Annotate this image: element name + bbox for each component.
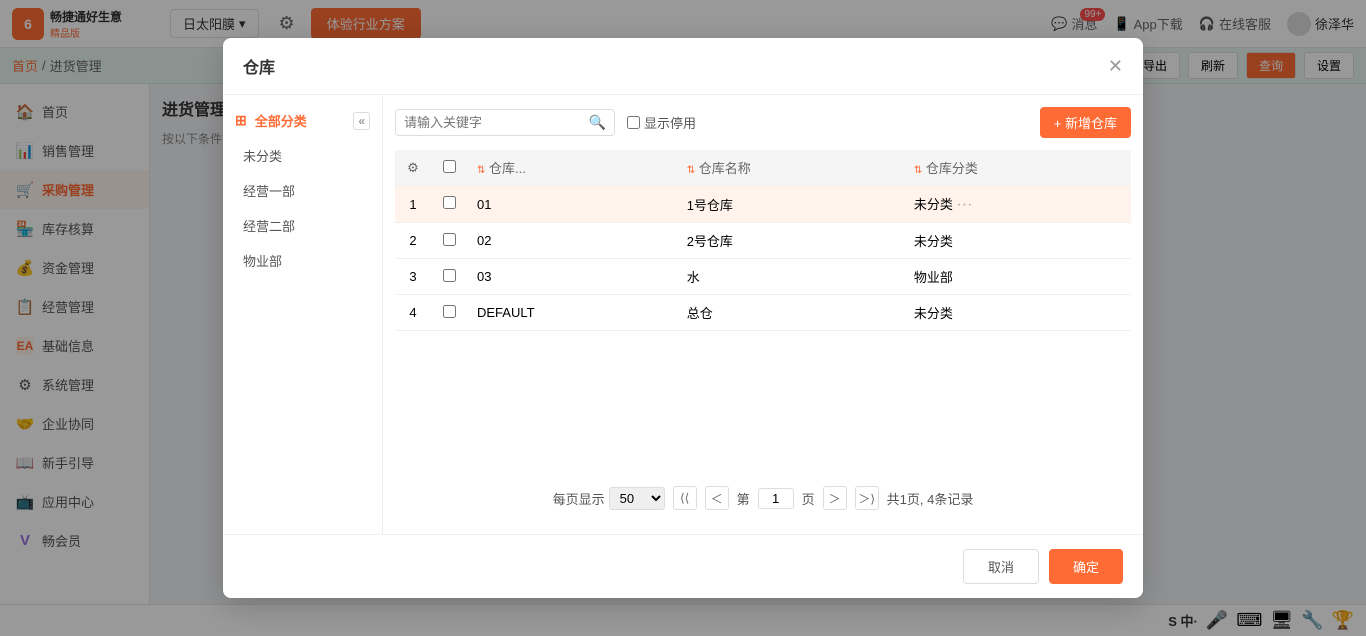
prev-page-button[interactable]: ＜ <box>705 486 729 510</box>
row-category: 物业部 <box>904 259 1131 295</box>
right-panel: 🔍 显示停用 + 新增仓库 ⚙ <box>383 95 1143 534</box>
row-code: 02 <box>467 223 677 259</box>
col-checkbox <box>431 150 467 186</box>
tree-item-property[interactable]: 物业部 <box>223 243 382 278</box>
pagination: 每页显示 50 100 200 ⟨⟨ ＜ 第 页 ＞ ＞⟩ 共1页, 4条记录 <box>395 474 1131 522</box>
last-page-button[interactable]: ＞⟩ <box>855 486 879 510</box>
per-page-select: 每页显示 50 100 200 <box>553 487 665 510</box>
table-container: ⚙ ⇅ 仓库... ⇅ 仓库名称 ⇅ 仓库分类 <box>395 150 1131 474</box>
table-row: 2 02 2号仓库 未分类 <box>395 223 1131 259</box>
row-code: DEFAULT <box>467 295 677 331</box>
col-code: ⇅ 仓库... <box>467 150 677 186</box>
tree-item-ops2[interactable]: 经营二部 <box>223 208 382 243</box>
row-actions-icon[interactable]: ··· <box>956 196 972 213</box>
warehouse-modal: 仓库 ✕ ⊞ 全部分类 « 未分类 经营一部 经营二部 物业部 <box>223 38 1143 598</box>
modal-body: ⊞ 全部分类 « 未分类 经营一部 经营二部 物业部 🔍 <box>223 95 1143 534</box>
col-category: ⇅ 仓库分类 <box>904 150 1131 186</box>
table-row: 3 03 水 物业部 <box>395 259 1131 295</box>
row-name: 总仓 <box>677 295 904 331</box>
modal-footer: 取消 确定 <box>223 534 1143 598</box>
confirm-button[interactable]: 确定 <box>1049 549 1123 584</box>
add-warehouse-button[interactable]: + 新增仓库 <box>1040 107 1131 138</box>
row-checkbox[interactable] <box>443 196 456 209</box>
grid-icon: ⊞ <box>235 112 247 129</box>
row-category: 未分类 <box>904 223 1131 259</box>
page-input[interactable] <box>758 488 794 509</box>
table-row: 1 01 1号仓库 未分类 ··· <box>395 186 1131 223</box>
warehouse-table: ⚙ ⇅ 仓库... ⇅ 仓库名称 ⇅ 仓库分类 <box>395 150 1131 331</box>
toolbar: 🔍 显示停用 + 新增仓库 <box>395 107 1131 138</box>
table-body: 1 01 1号仓库 未分类 ··· 2 02 2号仓库 <box>395 186 1131 331</box>
row-code: 03 <box>467 259 677 295</box>
col-settings: ⚙ <box>395 150 431 186</box>
row-code: 01 <box>467 186 677 223</box>
col-name: ⇅ 仓库名称 <box>677 150 904 186</box>
select-all-checkbox[interactable] <box>443 160 456 173</box>
row-checkbox[interactable] <box>443 305 456 318</box>
cancel-button[interactable]: 取消 <box>963 549 1039 584</box>
row-category: 未分类 <box>904 295 1131 331</box>
row-no: 1 <box>395 186 431 223</box>
row-checkbox[interactable] <box>443 233 456 246</box>
tree-item-ops1[interactable]: 经营一部 <box>223 173 382 208</box>
show-disabled-checkbox[interactable] <box>627 116 640 129</box>
table-row: 4 DEFAULT 总仓 未分类 <box>395 295 1131 331</box>
modal-overlay: 仓库 ✕ ⊞ 全部分类 « 未分类 经营一部 经营二部 物业部 <box>0 0 1366 636</box>
tree-item-unclassified[interactable]: 未分类 <box>223 138 382 173</box>
search-box: 🔍 <box>395 109 615 136</box>
search-input[interactable] <box>404 115 589 130</box>
row-no: 4 <box>395 295 431 331</box>
show-disabled-checkbox-label[interactable]: 显示停用 <box>627 113 696 132</box>
modal-header: 仓库 ✕ <box>223 38 1143 95</box>
left-panel: ⊞ 全部分类 « 未分类 经营一部 经营二部 物业部 <box>223 95 383 534</box>
collapse-button[interactable]: « <box>353 112 370 130</box>
row-category: 未分类 ··· <box>904 186 1131 223</box>
row-no: 3 <box>395 259 431 295</box>
first-page-button[interactable]: ⟨⟨ <box>673 486 697 510</box>
row-name: 2号仓库 <box>677 223 904 259</box>
row-no: 2 <box>395 223 431 259</box>
modal-close-button[interactable]: ✕ <box>1108 56 1123 77</box>
modal-title: 仓库 <box>243 54 275 78</box>
table-header: ⚙ ⇅ 仓库... ⇅ 仓库名称 ⇅ 仓库分类 <box>395 150 1131 186</box>
search-icon[interactable]: 🔍 <box>589 114 606 131</box>
row-checkbox[interactable] <box>443 269 456 282</box>
next-page-button[interactable]: ＞ <box>823 486 847 510</box>
left-panel-header: ⊞ 全部分类 « <box>223 103 382 138</box>
row-name: 水 <box>677 259 904 295</box>
row-name: 1号仓库 <box>677 186 904 223</box>
per-page-dropdown[interactable]: 50 100 200 <box>609 487 665 510</box>
